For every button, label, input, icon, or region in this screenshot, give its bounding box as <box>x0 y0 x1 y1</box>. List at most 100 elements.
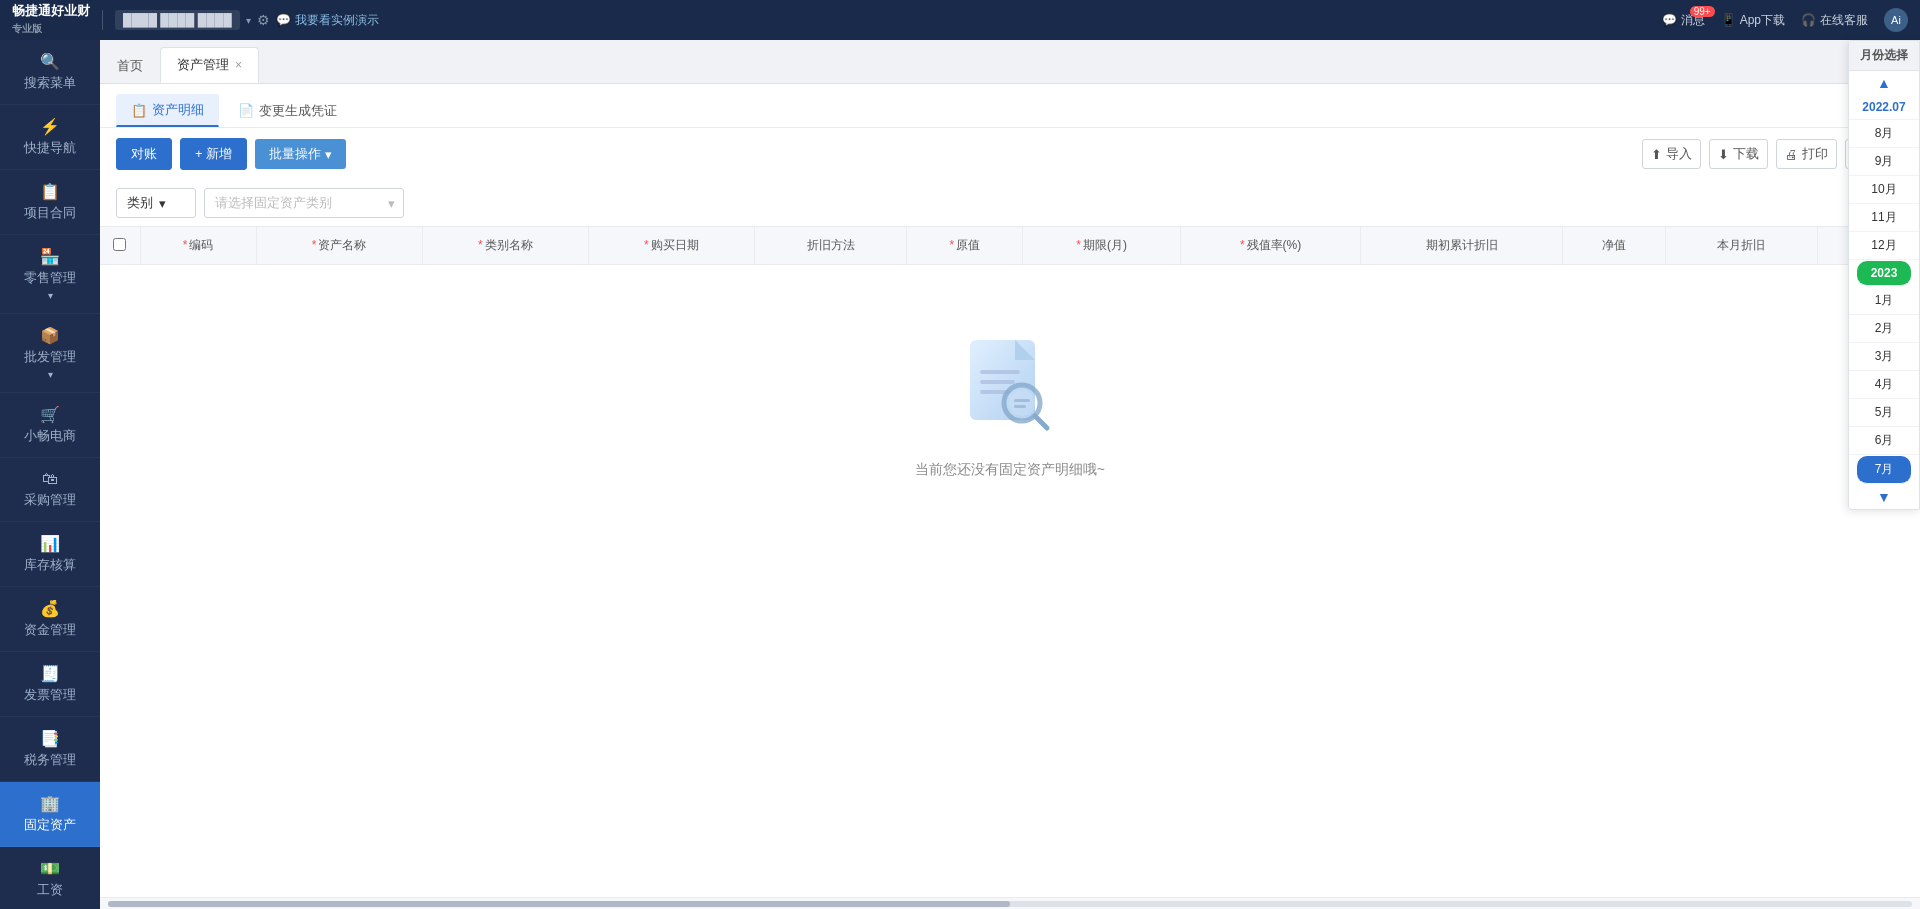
finance-icon: 💰 <box>40 599 60 618</box>
month-item-current[interactable]: 2022.07 <box>1849 95 1919 120</box>
download-icon: ⬇ <box>1718 147 1729 162</box>
sidebar-item-tax[interactable]: 📑 税务管理 <box>0 717 100 782</box>
main-layout: 🔍 搜索菜单 ⚡ 快捷导航 📋 项目合同 🏪 零售管理 ▾ 📦 批发管理 ▾ 🛒… <box>0 40 1920 909</box>
col-period: *期限(月) <box>1023 227 1181 265</box>
sidebar-item-project[interactable]: 📋 项目合同 <box>0 170 100 235</box>
category-filter-type[interactable]: 类别 ▾ <box>116 188 196 218</box>
batch-chevron-icon: ▾ <box>325 147 332 162</box>
add-button[interactable]: + 新增 <box>180 138 247 170</box>
col-residual-rate: *残值率(%) <box>1181 227 1361 265</box>
sidebar-label-finance: 资金管理 <box>24 621 76 639</box>
tab-bar: 首页 资产管理 × <box>100 40 1920 84</box>
company-chevron-icon[interactable]: ▾ <box>246 15 251 26</box>
category-chevron-icon: ▾ <box>388 196 395 211</box>
toolbar: 对账 + 新增 批量操作 ▾ ⬆ 导入 ⬇ 下载 <box>100 128 1920 180</box>
month-item-12[interactable]: 12月 <box>1849 232 1919 260</box>
scroll-thumb[interactable] <box>108 901 1010 907</box>
retail-icon: 🏪 <box>40 247 60 266</box>
project-icon: 📋 <box>40 182 60 201</box>
message-badge: 99+ <box>1690 6 1715 17</box>
message-button[interactable]: 💬 消息 99+ <box>1662 12 1705 29</box>
download-button[interactable]: ⬇ 下载 <box>1709 139 1768 169</box>
svg-rect-3 <box>980 380 1015 384</box>
batch-button[interactable]: 批量操作 ▾ <box>255 139 346 169</box>
tab-asset-management[interactable]: 资产管理 × <box>160 47 259 83</box>
salary-icon: 💵 <box>40 859 60 878</box>
bottom-scrollbar[interactable] <box>100 897 1920 909</box>
import-button[interactable]: ⬆ 导入 <box>1642 139 1701 169</box>
sidebar-label-invoice: 发票管理 <box>24 686 76 704</box>
invoice-icon: 🧾 <box>40 664 60 683</box>
sidebar-item-search[interactable]: 🔍 搜索菜单 <box>0 40 100 105</box>
month-item-8[interactable]: 8月 <box>1849 120 1919 148</box>
sidebar-label-wholesale: 批发管理 <box>24 348 76 366</box>
demo-link[interactable]: 💬 我要看实例演示 <box>276 12 379 29</box>
svg-point-6 <box>1009 390 1035 416</box>
empty-illustration <box>950 325 1070 445</box>
svg-rect-8 <box>1014 399 1030 402</box>
col-original-value: *原值 <box>907 227 1023 265</box>
col-monthly-depreciation: 本月折旧 <box>1665 227 1817 265</box>
wholesale-arrow-icon: ▾ <box>48 369 53 380</box>
search-icon: 🔍 <box>40 52 60 71</box>
tab-home[interactable]: 首页 <box>100 47 160 83</box>
company-selector[interactable]: ████ ████ ████ <box>115 10 240 30</box>
sidebar-item-invoice[interactable]: 🧾 发票管理 <box>0 652 100 717</box>
month-item-2023-7[interactable]: 7月 <box>1857 456 1911 484</box>
sidebar-label-purchase: 采购管理 <box>24 491 76 509</box>
filter-row: 类别 ▾ 请选择固定资产类别 ▾ <box>100 180 1920 227</box>
sidebar-item-inventory[interactable]: 📊 库存核算 <box>0 522 100 587</box>
purchase-icon: 🛍 <box>42 470 58 488</box>
tab-close-icon[interactable]: × <box>235 58 242 72</box>
month-item-10[interactable]: 10月 <box>1849 176 1919 204</box>
quicknav-icon: ⚡ <box>40 117 60 136</box>
month-item-2023-5[interactable]: 5月 <box>1849 399 1919 427</box>
print-icon: 🖨 <box>1785 147 1798 162</box>
sidebar-item-finance[interactable]: 💰 资金管理 <box>0 587 100 652</box>
col-category: *类别名称 <box>422 227 588 265</box>
sidebar-label-project: 项目合同 <box>24 204 76 222</box>
month-nav-down[interactable]: ▼ <box>1849 485 1919 509</box>
category-select-input[interactable]: 请选择固定资产类别 ▾ <box>204 188 404 218</box>
app-download-button[interactable]: 📱 App下载 <box>1721 12 1785 29</box>
sidebar-item-asset[interactable]: 🏢 固定资产 <box>0 782 100 847</box>
service-icon: 🎧 <box>1801 13 1816 27</box>
select-all-checkbox[interactable] <box>113 238 126 251</box>
month-item-2023-6[interactable]: 6月 <box>1849 427 1919 455</box>
month-nav-up[interactable]: ▲ <box>1849 71 1919 95</box>
sidebar-item-wholesale[interactable]: 📦 批发管理 ▾ <box>0 314 100 393</box>
content-area: 首页 资产管理 × 📋 资产明细 📄 变更生成凭证 <box>100 40 1920 909</box>
month-item-2023-4[interactable]: 4月 <box>1849 371 1919 399</box>
sidebar-item-purchase[interactable]: 🛍 采购管理 <box>0 458 100 522</box>
empty-state: 当前您还没有固定资产明细哦~ <box>100 265 1920 539</box>
month-panel-header: 月份选择 <box>1849 41 1919 71</box>
settings-icon[interactable]: ⚙ <box>257 12 270 28</box>
service-button[interactable]: 🎧 在线客服 <box>1801 12 1868 29</box>
sidebar-label-asset: 固定资产 <box>24 816 76 834</box>
reconcile-button[interactable]: 对账 <box>116 138 172 170</box>
col-net-value: 净值 <box>1563 227 1665 265</box>
month-item-2023-3[interactable]: 3月 <box>1849 343 1919 371</box>
sub-tab-change-voucher[interactable]: 📄 变更生成凭证 <box>223 95 352 127</box>
user-avatar[interactable]: Ai <box>1884 8 1908 32</box>
retail-arrow-icon: ▾ <box>48 290 53 301</box>
print-button[interactable]: 🖨 打印 <box>1776 139 1837 169</box>
year-2023-badge[interactable]: 2023 <box>1857 261 1911 286</box>
message-icon: 💬 <box>1662 13 1677 27</box>
sidebar-item-salary[interactable]: 💵 工资 <box>0 847 100 909</box>
empty-state-cell: 当前您还没有固定资产明细哦~ <box>100 265 1920 540</box>
month-item-11[interactable]: 11月 <box>1849 204 1919 232</box>
month-item-2023-2[interactable]: 2月 <box>1849 315 1919 343</box>
sidebar-label-salary: 工资 <box>37 881 63 899</box>
svg-line-7 <box>1035 416 1047 428</box>
sidebar-item-quicknav[interactable]: ⚡ 快捷导航 <box>0 105 100 170</box>
sub-tab-asset-detail[interactable]: 📋 资产明细 <box>116 94 219 127</box>
empty-text: 当前您还没有固定资产明细哦~ <box>915 461 1105 479</box>
sidebar-item-retail[interactable]: 🏪 零售管理 ▾ <box>0 235 100 314</box>
sidebar-label-retail: 零售管理 <box>24 269 76 287</box>
month-item-2023-1[interactable]: 1月 <box>1849 287 1919 315</box>
sidebar: 🔍 搜索菜单 ⚡ 快捷导航 📋 项目合同 🏪 零售管理 ▾ 📦 批发管理 ▾ 🛒… <box>0 40 100 909</box>
sidebar-item-ecom[interactable]: 🛒 小畅电商 <box>0 393 100 458</box>
sub-tab-bar: 📋 资产明细 📄 变更生成凭证 <box>100 84 1920 128</box>
month-item-9[interactable]: 9月 <box>1849 148 1919 176</box>
